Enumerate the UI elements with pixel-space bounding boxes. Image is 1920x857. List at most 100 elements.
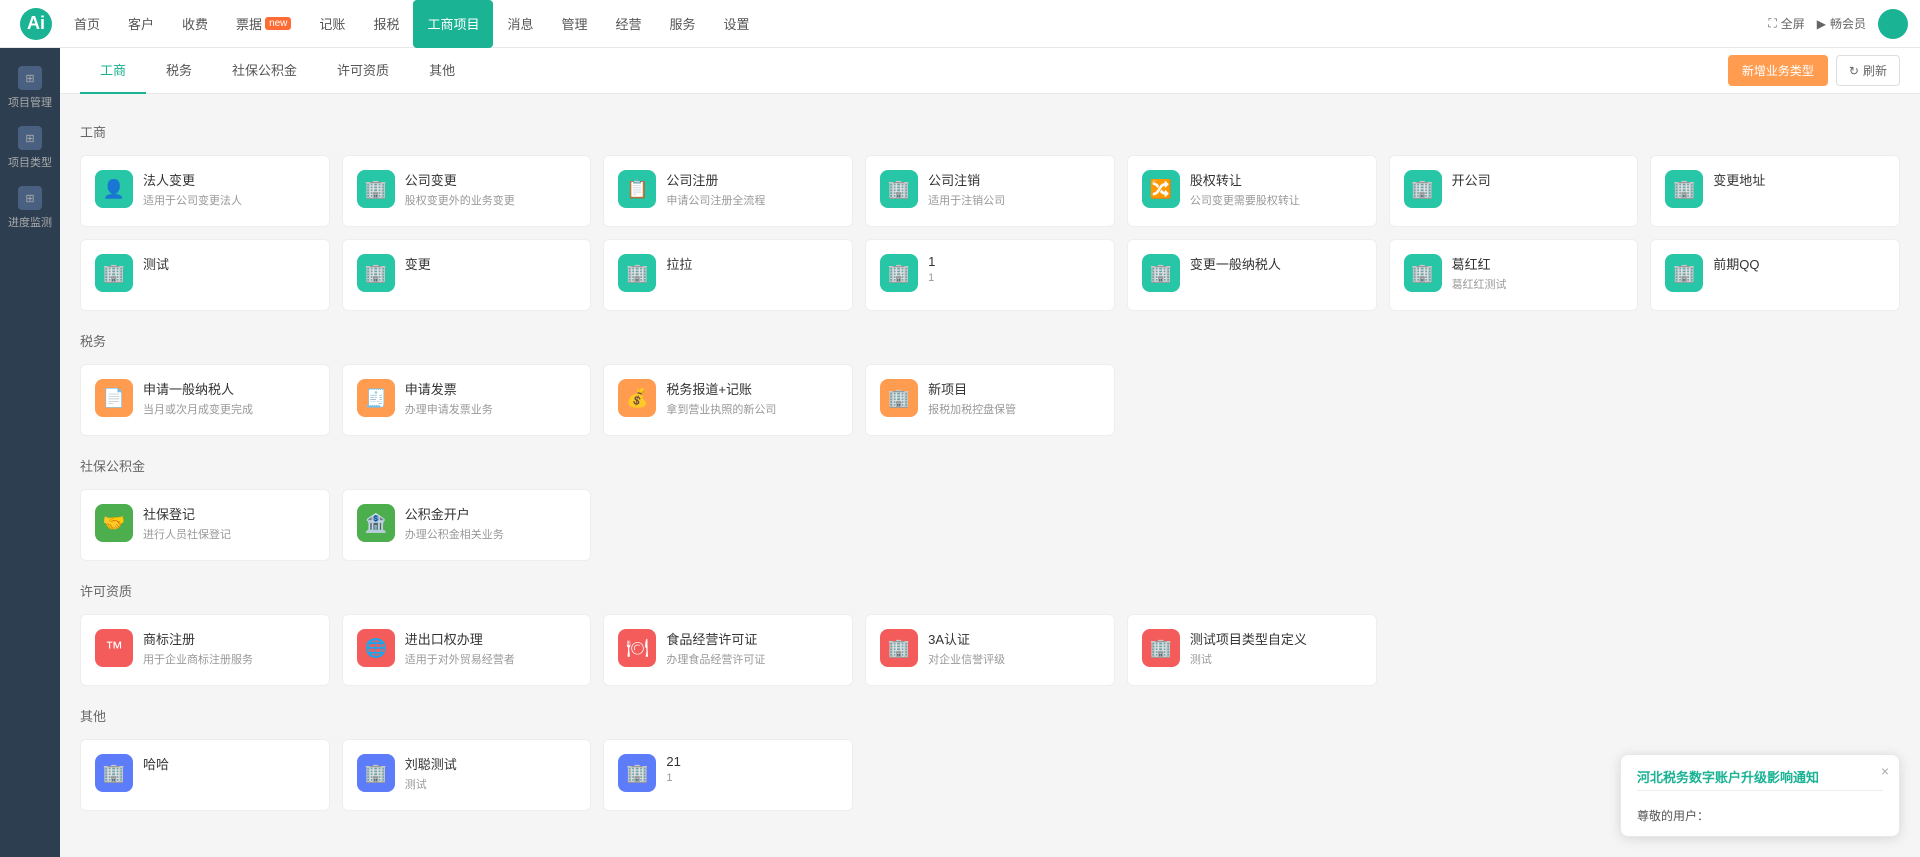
card-icon-fund-account: 🏦 bbox=[357, 504, 395, 542]
nav-customer[interactable]: 客户 bbox=[114, 0, 168, 48]
notification-close-btn[interactable]: × bbox=[1881, 763, 1889, 779]
tab-tax[interactable]: 税务 bbox=[146, 48, 212, 94]
card-icon-open-company: 🏢 bbox=[1404, 170, 1442, 208]
card-icon-apply-invoice: 🧾 bbox=[357, 379, 395, 417]
notification-body: 尊敬的用户： bbox=[1637, 807, 1883, 824]
card-icon-test: 🏢 bbox=[95, 254, 133, 292]
card-3a-cert[interactable]: 🏢 3A认证 对企业信誉评级 bbox=[865, 614, 1115, 686]
tab-social[interactable]: 社保公积金 bbox=[212, 48, 317, 94]
card-open-company[interactable]: 🏢 开公司 bbox=[1389, 155, 1639, 227]
card-equity-transfer[interactable]: 🔀 股权转让 公司变更需要股权转让 bbox=[1127, 155, 1377, 227]
card-one[interactable]: 🏢 1 1 bbox=[865, 239, 1115, 311]
card-new-project[interactable]: 🏢 新项目 报税加税控盘保管 bbox=[865, 364, 1115, 436]
card-gehonghong[interactable]: 🏢 葛红红 葛红红测试 bbox=[1389, 239, 1639, 311]
card-test[interactable]: 🏢 测试 bbox=[80, 239, 330, 311]
new-badge: new bbox=[265, 17, 291, 30]
card-icon-import-export: 🌐 bbox=[357, 629, 395, 667]
card-21[interactable]: 🏢 21 1 bbox=[603, 739, 853, 811]
tax-cards-grid: 📄 申请一般纳税人 当月或次月成变更完成 🧾 申请发票 办理申请发票业务 💰 税… bbox=[80, 364, 1900, 436]
card-legal-change[interactable]: 👤 法人变更 适用于公司变更法人 bbox=[80, 155, 330, 227]
sidebar-item-project-management[interactable]: ⊞ 项目管理 bbox=[0, 58, 60, 118]
card-import-export[interactable]: 🌐 进出口权办理 适用于对外贸易经营者 bbox=[342, 614, 592, 686]
video-icon: ▶ bbox=[1817, 17, 1826, 31]
member-btn[interactable]: ▶ 畅会员 bbox=[1817, 15, 1866, 32]
sidebar: ⊞ 项目管理 ⊞ 项目类型 ⊞ 进度监测 bbox=[0, 48, 60, 857]
card-icon-21: 🏢 bbox=[618, 754, 656, 792]
card-trademark[interactable]: ™ 商标注册 用于企业商标注册服务 bbox=[80, 614, 330, 686]
card-icon-social-register: 🤝 bbox=[95, 504, 133, 542]
tab-permit[interactable]: 许可资质 bbox=[317, 48, 409, 94]
user-avatar[interactable] bbox=[1878, 9, 1908, 39]
tab-industry[interactable]: 工商 bbox=[80, 48, 146, 94]
new-type-button[interactable]: 新增业务类型 bbox=[1728, 55, 1828, 86]
card-company-cancel[interactable]: 🏢 公司注销 适用于注销公司 bbox=[865, 155, 1115, 227]
nav-tax[interactable]: 报税 bbox=[359, 0, 413, 48]
card-company-register[interactable]: 📋 公司注册 申请公司注册全流程 bbox=[603, 155, 853, 227]
card-icon-haha: 🏢 bbox=[95, 754, 133, 792]
card-icon-equity-transfer: 🔀 bbox=[1142, 170, 1180, 208]
card-icon-legal-change: 👤 bbox=[95, 170, 133, 208]
card-change-address[interactable]: 🏢 变更地址 bbox=[1650, 155, 1900, 227]
nav-items: 首页 客户 收费 票据 new 记账 报税 工商项目 消息 管理 经营 服务 设… bbox=[60, 0, 1768, 48]
card-icon-tax-report: 💰 bbox=[618, 379, 656, 417]
grid-icon: ⊞ bbox=[18, 66, 42, 90]
card-food-license[interactable]: 🍽 食品经营许可证 办理食品经营许可证 bbox=[603, 614, 853, 686]
card-icon-company-register: 📋 bbox=[618, 170, 656, 208]
fullscreen-btn[interactable]: ⛶ 全屏 bbox=[1768, 15, 1804, 32]
nav-bookkeeping[interactable]: 记账 bbox=[305, 0, 359, 48]
card-icon-change-taxpayer: 🏢 bbox=[1142, 254, 1180, 292]
tabs-bar: 工商 税务 社保公积金 许可资质 其他 新增业务类型 ↻ 刷新 bbox=[60, 48, 1920, 94]
card-change[interactable]: 🏢 变更 bbox=[342, 239, 592, 311]
card-fund-account[interactable]: 🏦 公积金开户 办理公积金相关业务 bbox=[342, 489, 592, 561]
card-apply-taxpayer[interactable]: 📄 申请一般纳税人 当月或次月成变更完成 bbox=[80, 364, 330, 436]
notification-divider bbox=[1637, 790, 1883, 791]
card-lala[interactable]: 🏢 拉拉 bbox=[603, 239, 853, 311]
top-nav: Ai 首页 客户 收费 票据 new 记账 报税 工商项目 消息 管理 经营 服… bbox=[0, 0, 1920, 48]
nav-message[interactable]: 消息 bbox=[493, 0, 547, 48]
sidebar-item-project-type[interactable]: ⊞ 项目类型 bbox=[0, 118, 60, 178]
tab-other[interactable]: 其他 bbox=[409, 48, 475, 94]
nav-manage[interactable]: 管理 bbox=[547, 0, 601, 48]
card-icon-lala: 🏢 bbox=[618, 254, 656, 292]
card-icon-trademark: ™ bbox=[95, 629, 133, 667]
tabs-bar-actions: 新增业务类型 ↻ 刷新 bbox=[1728, 55, 1900, 86]
card-apply-invoice[interactable]: 🧾 申请发票 办理申请发票业务 bbox=[342, 364, 592, 436]
nav-settings[interactable]: 设置 bbox=[710, 0, 764, 48]
card-icon-company-change: 🏢 bbox=[357, 170, 395, 208]
permit-cards-grid: ™ 商标注册 用于企业商标注册服务 🌐 进出口权办理 适用于对外贸易经营者 🍽 … bbox=[80, 614, 1900, 686]
card-social-register[interactable]: 🤝 社保登记 进行人员社保登记 bbox=[80, 489, 330, 561]
nav-home[interactable]: 首页 bbox=[60, 0, 114, 48]
card-pre-qq[interactable]: 🏢 前期QQ bbox=[1650, 239, 1900, 311]
card-liucong-test[interactable]: 🏢 刘聪测试 测试 bbox=[342, 739, 592, 811]
card-icon-3a-cert: 🏢 bbox=[880, 629, 918, 667]
nav-service[interactable]: 服务 bbox=[656, 0, 710, 48]
card-company-change[interactable]: 🏢 公司变更 股权变更外的业务变更 bbox=[342, 155, 592, 227]
refresh-button[interactable]: ↻ 刷新 bbox=[1836, 55, 1900, 86]
content-area: 工商 👤 法人变更 适用于公司变更法人 🏢 公司变更 股权变更外的业务变更 📋 bbox=[60, 94, 1920, 851]
section-title-permit: 许可资质 bbox=[80, 581, 1900, 600]
main-content: 工商 税务 社保公积金 许可资质 其他 新增业务类型 ↻ 刷新 工商 👤 法人变… bbox=[60, 48, 1920, 857]
card-icon-liucong-test: 🏢 bbox=[357, 754, 395, 792]
nav-fee[interactable]: 收费 bbox=[168, 0, 222, 48]
sidebar-item-progress[interactable]: ⊞ 进度监测 bbox=[0, 178, 60, 238]
card-tax-report[interactable]: 💰 税务报道+记账 拿到营业执照的新公司 bbox=[603, 364, 853, 436]
notification-bubble: × 河北税务数字账户升级影响通知 尊敬的用户： bbox=[1620, 754, 1900, 837]
refresh-icon: ↻ bbox=[1849, 64, 1859, 78]
card-haha[interactable]: 🏢 哈哈 bbox=[80, 739, 330, 811]
card-icon-company-cancel: 🏢 bbox=[880, 170, 918, 208]
industry-cards-grid: 👤 法人变更 适用于公司变更法人 🏢 公司变更 股权变更外的业务变更 📋 公司注… bbox=[80, 155, 1900, 311]
card-icon-one: 🏢 bbox=[880, 254, 918, 292]
nav-operation[interactable]: 经营 bbox=[602, 0, 656, 48]
card-test-type[interactable]: 🏢 测试项目类型自定义 测试 bbox=[1127, 614, 1377, 686]
fullscreen-icon: ⛶ bbox=[1768, 16, 1776, 31]
logo-icon: Ai bbox=[20, 8, 52, 40]
nav-industry[interactable]: 工商项目 bbox=[413, 0, 493, 48]
card-change-taxpayer[interactable]: 🏢 变更一般纳税人 bbox=[1127, 239, 1377, 311]
section-title-other: 其他 bbox=[80, 706, 1900, 725]
notification-title: 河北税务数字账户升级影响通知 bbox=[1637, 767, 1883, 786]
social-cards-grid: 🤝 社保登记 进行人员社保登记 🏦 公积金开户 办理公积金相关业务 bbox=[80, 489, 1900, 561]
nav-right: ⛶ 全屏 ▶ 畅会员 bbox=[1768, 9, 1908, 39]
card-icon-change: 🏢 bbox=[357, 254, 395, 292]
nav-bill[interactable]: 票据 new bbox=[222, 0, 305, 48]
tag-icon: ⊞ bbox=[18, 126, 42, 150]
